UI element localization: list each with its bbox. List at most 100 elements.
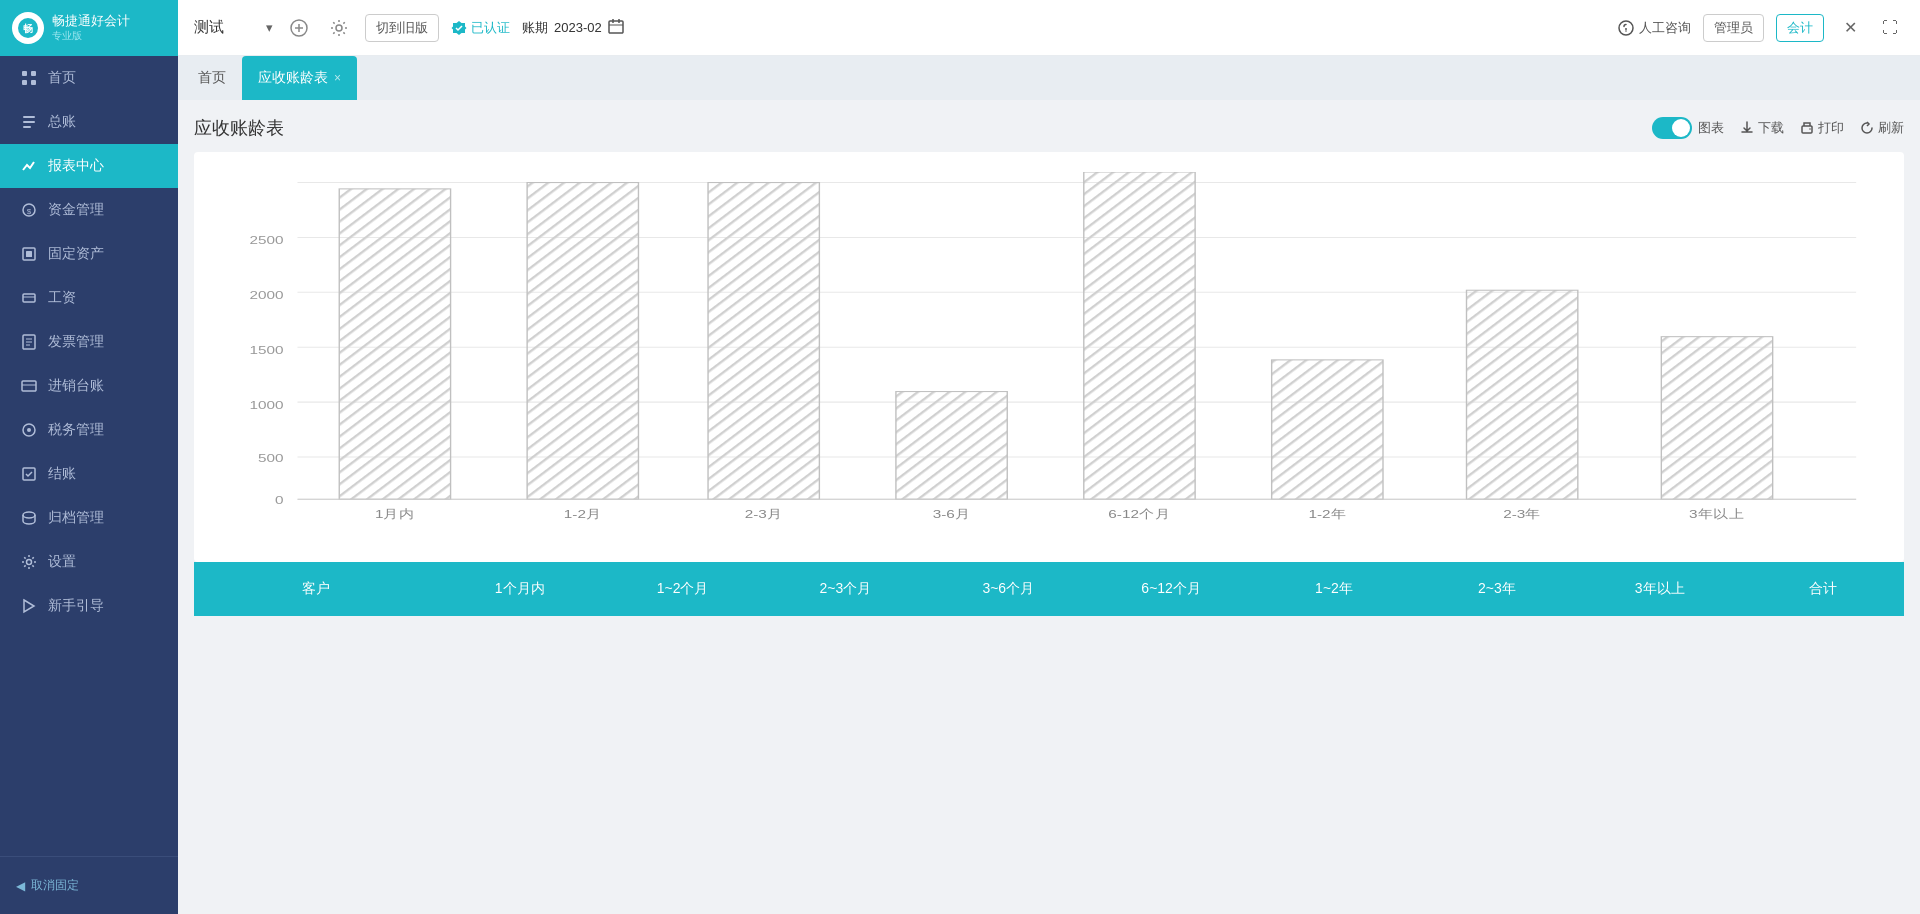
svg-point-25	[27, 560, 32, 565]
refresh-label: 刷新	[1878, 119, 1904, 137]
svg-text:1000: 1000	[250, 399, 285, 412]
role-button[interactable]: 会计	[1776, 14, 1824, 42]
table-header: 客户 1个月内 1~2个月 2~3个月 3~6个月 6~12个月 1~2年 2~…	[194, 562, 1904, 616]
add-company-button[interactable]	[285, 14, 313, 42]
sidebar-item-tax[interactable]: 税务管理	[0, 408, 178, 452]
sidebar-label-invoice: 发票管理	[48, 333, 104, 351]
calendar-icon[interactable]	[608, 18, 624, 37]
svg-point-22	[27, 428, 31, 432]
chart-svg: 0 500 1000 1500 2000 2500	[214, 172, 1884, 552]
period-value: 2023-02	[554, 20, 602, 35]
toggle-thumb	[1672, 119, 1690, 137]
home-icon	[20, 69, 38, 87]
svg-point-36	[1625, 30, 1627, 32]
cancel-fix-button[interactable]: ◀ 取消固定	[0, 867, 178, 904]
chart-toggle-switch[interactable]	[1652, 117, 1692, 139]
guide-icon	[20, 597, 38, 615]
report-header: 应收账龄表 图表 下载 打印	[194, 100, 1904, 152]
topbar: 测试 ▾ 切到旧版 已认证 账期 2023-02 人工咨询 管理员 会计 ✕ ⛶	[178, 0, 1920, 56]
tab-home-label: 首页	[198, 69, 226, 87]
sidebar-item-guide[interactable]: 新手引导	[0, 584, 178, 628]
sidebar-label-reports: 报表中心	[48, 157, 104, 175]
capital-icon: $	[20, 201, 38, 219]
verified-text: 已认证	[471, 19, 510, 37]
app-name: 畅捷通好会计	[52, 13, 130, 30]
logo-icon: 畅	[12, 12, 44, 44]
sidebar-item-ledger[interactable]: 总账	[0, 100, 178, 144]
tab-home[interactable]: 首页	[182, 56, 242, 100]
chart-toggle-label: 图表	[1698, 119, 1724, 137]
sidebar-item-capital[interactable]: $ 资金管理	[0, 188, 178, 232]
svg-text:2500: 2500	[250, 234, 285, 247]
sidebar-item-wages[interactable]: 工资	[0, 276, 178, 320]
switch-version-button[interactable]: 切到旧版	[365, 14, 439, 42]
svg-point-39	[1809, 128, 1811, 130]
bar-2-3-year	[1467, 290, 1578, 499]
tabs-bar: 首页 应收账龄表 ×	[178, 56, 1920, 100]
svg-text:2-3年: 2-3年	[1503, 508, 1541, 521]
col-1-2month: 1~2个月	[601, 562, 764, 616]
company-dropdown[interactable]: ▾	[266, 20, 273, 35]
sidebar-nav: 首页 总账 报表中心 $ 资金管理 固定资产	[0, 56, 178, 856]
verified-badge: 已认证	[451, 19, 510, 37]
svg-rect-31	[609, 21, 623, 33]
download-button[interactable]: 下载	[1740, 119, 1784, 137]
bar-6-12-month	[1084, 172, 1195, 499]
chart-wrapper: 0 500 1000 1500 2000 2500	[194, 152, 1904, 562]
wages-icon	[20, 289, 38, 307]
company-name: 测试	[194, 18, 254, 37]
sidebar-logo: 畅 畅捷通好会计 专业版	[0, 0, 178, 56]
user-button[interactable]: 管理员	[1703, 14, 1764, 42]
col-3plus-year: 3年以上	[1578, 562, 1741, 616]
tab-accounts-aging[interactable]: 应收账龄表 ×	[242, 56, 357, 100]
refresh-button[interactable]: 刷新	[1860, 119, 1904, 137]
sidebar-item-assets[interactable]: 固定资产	[0, 232, 178, 276]
svg-text:3-6月: 3-6月	[933, 508, 971, 521]
sidebar-label-tax: 税务管理	[48, 421, 104, 439]
tab-close-button[interactable]: ×	[334, 71, 341, 85]
sidebar-item-reports[interactable]: 报表中心	[0, 144, 178, 188]
col-1-2year: 1~2年	[1253, 562, 1416, 616]
expand-window-button[interactable]: ⛶	[1876, 14, 1904, 42]
bar-3-6-month	[896, 392, 1007, 500]
main-area: 测试 ▾ 切到旧版 已认证 账期 2023-02 人工咨询 管理员 会计 ✕ ⛶	[178, 0, 1920, 914]
svg-rect-7	[23, 121, 35, 123]
sidebar-label-archive: 归档管理	[48, 509, 104, 527]
svg-rect-4	[22, 80, 27, 85]
close-window-button[interactable]: ✕	[1836, 14, 1864, 42]
sidebar-item-home[interactable]: 首页	[0, 56, 178, 100]
help-button[interactable]: 人工咨询	[1617, 19, 1691, 37]
sidebar-item-closing[interactable]: 结账	[0, 452, 178, 496]
sidebar-item-invoice[interactable]: 发票管理	[0, 320, 178, 364]
svg-point-24	[23, 512, 35, 518]
svg-text:畅: 畅	[23, 23, 33, 34]
svg-text:2000: 2000	[250, 288, 285, 301]
svg-point-30	[336, 25, 342, 31]
reports-icon	[20, 157, 38, 175]
archive-icon	[20, 509, 38, 527]
col-2-3month: 2~3个月	[764, 562, 927, 616]
svg-text:1-2年: 1-2年	[1308, 508, 1346, 521]
print-button[interactable]: 打印	[1800, 119, 1844, 137]
logo-text: 畅捷通好会计 专业版	[52, 13, 130, 44]
settings-gear-button[interactable]	[325, 14, 353, 42]
sidebar-item-settings[interactable]: 设置	[0, 540, 178, 584]
sidebar-label-settings: 设置	[48, 553, 76, 571]
purchase-icon	[20, 377, 38, 395]
bar-1-month	[339, 189, 450, 499]
report-actions: 图表 下载 打印 刷新	[1652, 117, 1904, 139]
sidebar-label-ledger: 总账	[48, 113, 76, 131]
page-content: 应收账龄表 图表 下载 打印	[178, 100, 1920, 914]
sidebar-item-purchase[interactable]: 进销台账	[0, 364, 178, 408]
svg-text:$: $	[27, 207, 32, 216]
svg-text:1500: 1500	[250, 343, 285, 356]
closing-icon	[20, 465, 38, 483]
pin-icon: ◀	[16, 879, 25, 893]
sidebar-item-archive[interactable]: 归档管理	[0, 496, 178, 540]
print-label: 打印	[1818, 119, 1844, 137]
svg-rect-8	[23, 126, 31, 128]
svg-text:6-12个月: 6-12个月	[1108, 508, 1170, 521]
svg-text:1月内: 1月内	[375, 508, 415, 521]
chart-toggle: 图表	[1652, 117, 1724, 139]
report-container: 应收账龄表 图表 下载 打印	[178, 100, 1920, 632]
